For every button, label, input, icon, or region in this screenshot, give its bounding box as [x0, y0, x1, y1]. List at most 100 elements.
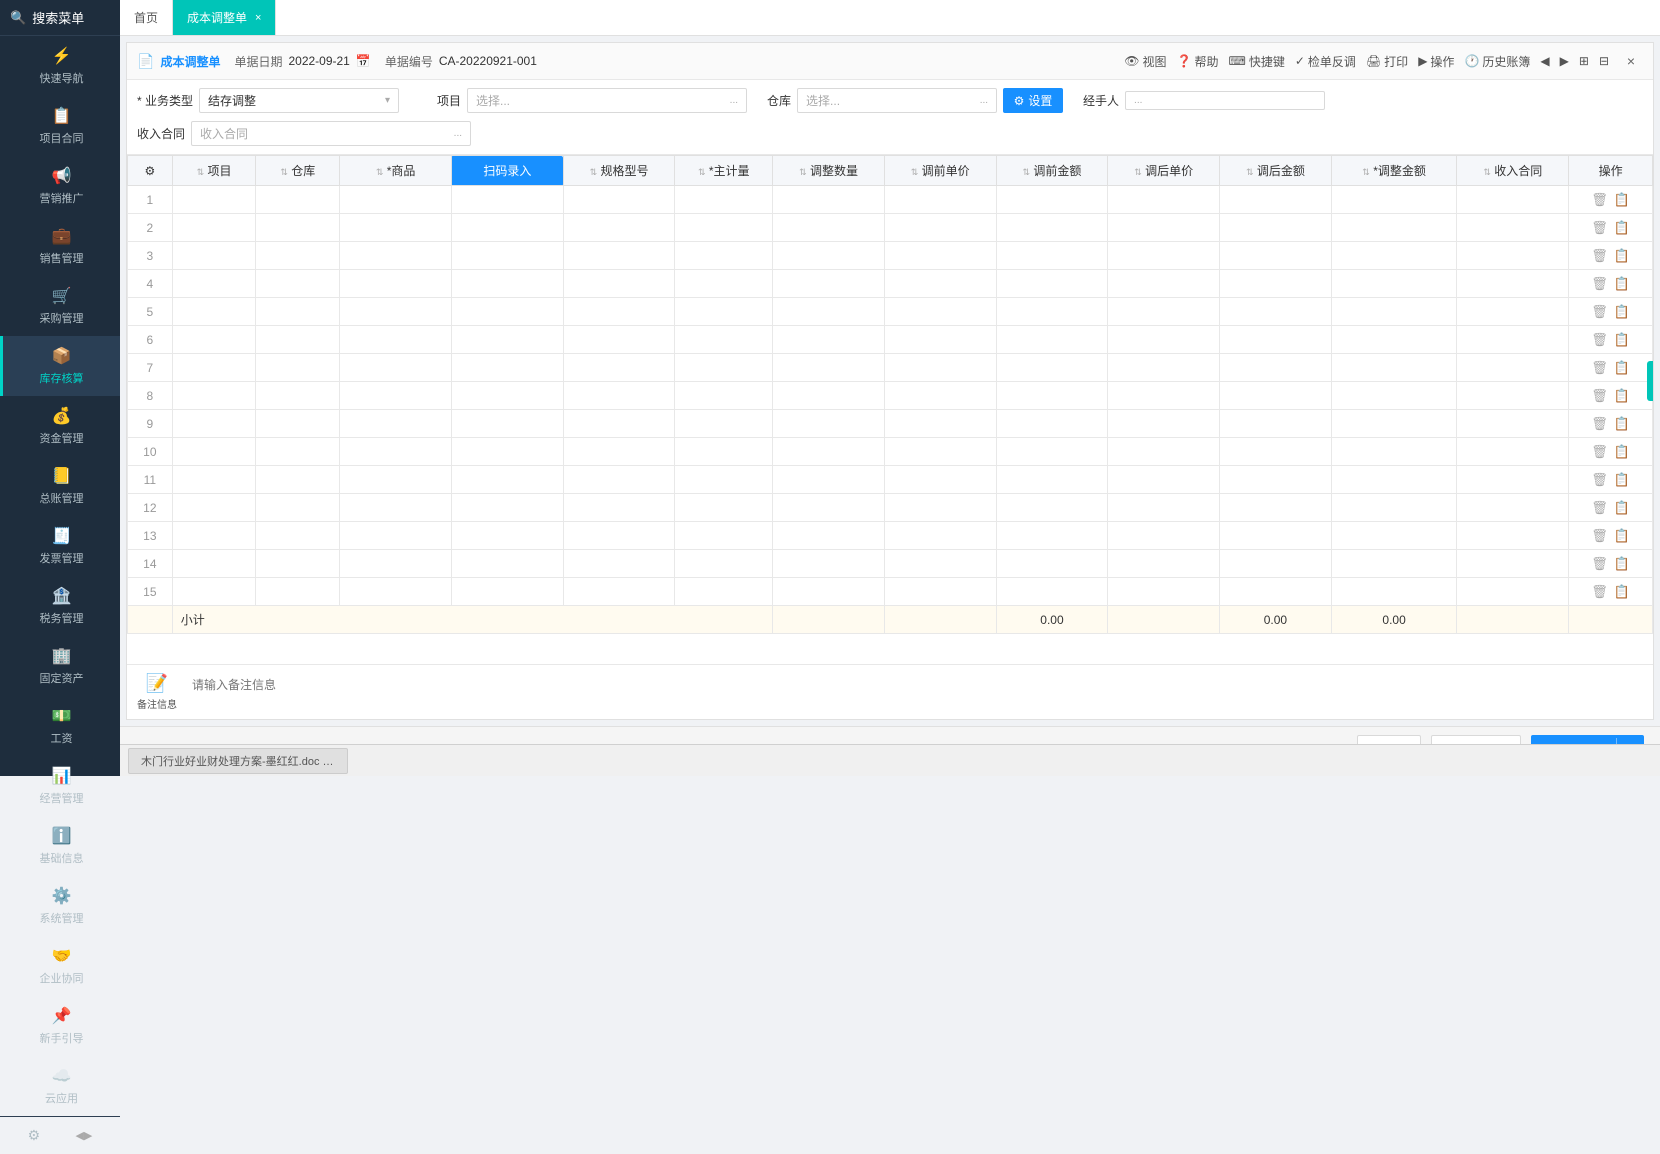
cell-scan[interactable]	[451, 466, 563, 494]
cell-after-price[interactable]	[1108, 382, 1220, 410]
cell-adj-amount[interactable]	[1331, 382, 1457, 410]
cell-adj-qty[interactable]	[773, 354, 885, 382]
cell-product[interactable]	[340, 242, 452, 270]
cell-prev-price[interactable]	[884, 242, 996, 270]
sidebar-item-salary[interactable]: 💵工资	[0, 696, 120, 756]
cell-prev-price[interactable]	[884, 466, 996, 494]
th-unit[interactable]: ⇅ *主计量	[675, 156, 773, 186]
copy-icon[interactable]: 📋	[1614, 444, 1630, 460]
cell-adj-qty[interactable]	[773, 382, 885, 410]
calendar-icon[interactable]: 📅	[356, 54, 371, 68]
cell-prev-price[interactable]	[884, 214, 996, 242]
cell-product[interactable]	[340, 186, 452, 214]
cell-spec[interactable]	[563, 522, 675, 550]
cell-after-amount[interactable]	[1220, 466, 1332, 494]
sidebar-item-invoice[interactable]: 🧾发票管理	[0, 516, 120, 576]
cell-prev-price[interactable]	[884, 410, 996, 438]
cell-unit[interactable]	[675, 382, 773, 410]
cell-warehouse[interactable]	[256, 438, 340, 466]
cell-income-contract[interactable]	[1457, 578, 1569, 606]
cell-scan[interactable]	[451, 242, 563, 270]
cell-adj-qty[interactable]	[773, 550, 885, 578]
cell-spec[interactable]	[563, 494, 675, 522]
history-btn[interactable]: 🕐历史账簿	[1464, 53, 1530, 70]
cell-project[interactable]	[172, 270, 256, 298]
cell-adj-qty[interactable]	[773, 186, 885, 214]
th-adj-qty[interactable]: ⇅ 调整数量	[773, 156, 885, 186]
cell-spec[interactable]	[563, 438, 675, 466]
cell-income-contract[interactable]	[1457, 522, 1569, 550]
sidebar-item-purchase-mgmt[interactable]: 🛒采购管理	[0, 276, 120, 336]
print-btn[interactable]: 🖨打印	[1366, 53, 1408, 70]
cell-prev-amount[interactable]	[996, 354, 1108, 382]
cell-project[interactable]	[172, 494, 256, 522]
cell-warehouse[interactable]	[256, 186, 340, 214]
help-btn[interactable]: ❓帮助	[1177, 53, 1219, 70]
cell-adj-amount[interactable]	[1331, 410, 1457, 438]
cell-income-contract[interactable]	[1457, 410, 1569, 438]
cell-unit[interactable]	[675, 186, 773, 214]
cell-product[interactable]	[340, 494, 452, 522]
cell-after-price[interactable]	[1108, 578, 1220, 606]
cell-product[interactable]	[340, 578, 452, 606]
cell-prev-amount[interactable]	[996, 382, 1108, 410]
cell-project[interactable]	[172, 186, 256, 214]
cell-income-contract[interactable]	[1457, 270, 1569, 298]
sidebar-item-system[interactable]: ⚙️系统管理	[0, 876, 120, 936]
th-prev-amount[interactable]: ⇅ 调前金额	[996, 156, 1108, 186]
cell-scan[interactable]	[451, 578, 563, 606]
cell-after-amount[interactable]	[1220, 186, 1332, 214]
note-input[interactable]	[187, 673, 1643, 697]
cell-spec[interactable]	[563, 186, 675, 214]
cell-after-price[interactable]	[1108, 242, 1220, 270]
cell-adj-qty[interactable]	[773, 522, 885, 550]
settings-icon[interactable]: ⚙	[28, 1127, 41, 1144]
cell-unit[interactable]	[675, 242, 773, 270]
cell-income-contract[interactable]	[1457, 354, 1569, 382]
delete-icon[interactable]: 🗑	[1591, 472, 1608, 488]
cell-project[interactable]	[172, 214, 256, 242]
cell-scan[interactable]	[451, 438, 563, 466]
th-adj-amount[interactable]: ⇅ *调整金额	[1331, 156, 1457, 186]
copy-icon[interactable]: 📋	[1614, 192, 1630, 208]
settings-btn[interactable]: ⚙ 设置	[1003, 88, 1063, 113]
cell-prev-price[interactable]	[884, 186, 996, 214]
cell-prev-amount[interactable]	[996, 186, 1108, 214]
cell-adj-amount[interactable]	[1331, 242, 1457, 270]
cell-unit[interactable]	[675, 578, 773, 606]
operate-btn[interactable]: ▶操作	[1418, 53, 1454, 70]
cell-scan[interactable]	[451, 550, 563, 578]
cell-after-amount[interactable]	[1220, 326, 1332, 354]
cell-prev-amount[interactable]	[996, 578, 1108, 606]
th-scan[interactable]: 扫码录入	[451, 156, 563, 186]
cell-product[interactable]	[340, 522, 452, 550]
cell-spec[interactable]	[563, 382, 675, 410]
th-after-price[interactable]: ⇅ 调后单价	[1108, 156, 1220, 186]
cell-after-price[interactable]	[1108, 298, 1220, 326]
cell-prev-price[interactable]	[884, 578, 996, 606]
delete-icon[interactable]: 🗑	[1591, 500, 1608, 516]
cell-after-price[interactable]	[1108, 522, 1220, 550]
delete-icon[interactable]: 🗑	[1591, 360, 1608, 376]
cell-prev-amount[interactable]	[996, 550, 1108, 578]
cell-scan[interactable]	[451, 354, 563, 382]
th-spec[interactable]: ⇅ 规格型号	[563, 156, 675, 186]
tab-cost-adjustment[interactable]: 成本调整单 ×	[173, 0, 276, 35]
cell-project[interactable]	[172, 298, 256, 326]
cell-product[interactable]	[340, 354, 452, 382]
right-accent[interactable]	[1647, 361, 1653, 401]
sidebar-item-operations[interactable]: 📊经营管理	[0, 756, 120, 816]
cell-adj-qty[interactable]	[773, 466, 885, 494]
cell-income-contract[interactable]	[1457, 494, 1569, 522]
copy-icon[interactable]: 📋	[1614, 276, 1630, 292]
cell-unit[interactable]	[675, 410, 773, 438]
cell-warehouse[interactable]	[256, 242, 340, 270]
sidebar-search[interactable]: 🔍 搜索菜单	[0, 0, 120, 36]
sidebar-item-general-ledger[interactable]: 📒总账管理	[0, 456, 120, 516]
cell-unit[interactable]	[675, 354, 773, 382]
cell-adj-qty[interactable]	[773, 270, 885, 298]
cell-adj-amount[interactable]	[1331, 326, 1457, 354]
cell-prev-amount[interactable]	[996, 326, 1108, 354]
cell-scan[interactable]	[451, 214, 563, 242]
cell-scan[interactable]	[451, 522, 563, 550]
